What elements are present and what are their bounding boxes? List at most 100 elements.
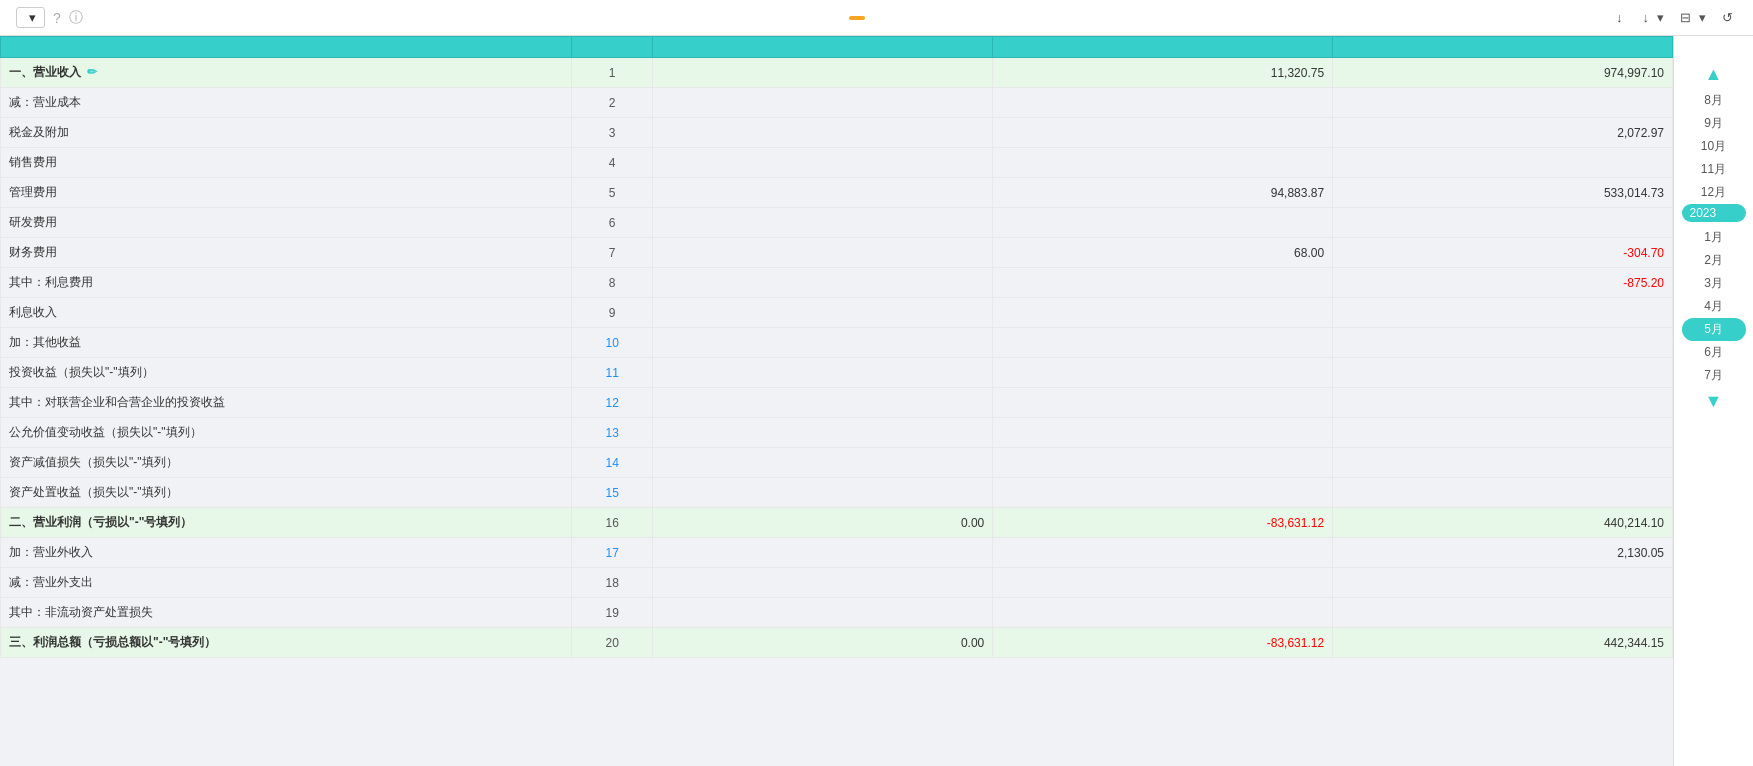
year-val: 11,320.75 [993, 58, 1333, 88]
row-num-cell: 19 [571, 598, 653, 628]
row-num-cell[interactable]: 10 [571, 328, 653, 358]
table-row: 财务费用 7 68.00 -304.70 [1, 238, 1673, 268]
download-button[interactable]: ↓ ▾ [1642, 10, 1664, 25]
sidebar-month-item[interactable]: 2月 [1682, 249, 1746, 272]
table-row: 加：营业外收入 17 2,130.05 [1, 538, 1673, 568]
row-num-cell[interactable]: 15 [571, 478, 653, 508]
item-cell: 利息收入 [1, 298, 572, 328]
month-val [653, 208, 993, 238]
lastyear-val [1333, 418, 1673, 448]
year-val [993, 448, 1333, 478]
row-num-cell[interactable]: 13 [571, 418, 653, 448]
lastyear-val [1333, 298, 1673, 328]
unfinished-badge [849, 16, 865, 20]
refresh-icon: ↺ [1722, 10, 1733, 25]
help-icon: ? [53, 10, 61, 26]
row-num-cell: 1 [571, 58, 653, 88]
item-cell: 三、利润总额（亏损总额以"-"号填列） [1, 628, 572, 658]
month-val [653, 448, 993, 478]
edit-icon[interactable]: ✏ [87, 65, 97, 79]
table-row: 其中：非流动资产处置损失 19 [1, 598, 1673, 628]
item-cell: 公允价值变动收益（损失以"-"填列） [1, 418, 572, 448]
year-val [993, 418, 1333, 448]
item-cell: 二、营业利润（亏损以"-"号填列） [1, 508, 572, 538]
item-cell: 加：营业外收入 [1, 538, 572, 568]
row-num-cell[interactable]: 17 [571, 538, 653, 568]
table-row: 减：营业外支出 18 [1, 568, 1673, 598]
sidebar-month-item[interactable]: 1月 [1682, 226, 1746, 249]
month-val [653, 328, 993, 358]
scroll-up-icon[interactable]: ▲ [1705, 64, 1723, 85]
lastyear-val [1333, 448, 1673, 478]
lastyear-val: 974,997.10 [1333, 58, 1673, 88]
item-cell: 税金及附加 [1, 118, 572, 148]
row-num-cell[interactable]: 14 [571, 448, 653, 478]
month-val [653, 388, 993, 418]
lastyear-val: -875.20 [1333, 268, 1673, 298]
lastyear-val: 2,072.97 [1333, 118, 1673, 148]
row-num-cell[interactable]: 11 [571, 358, 653, 388]
scope-selector[interactable]: ▾ [16, 7, 45, 28]
back-button[interactable]: ↓ [1616, 10, 1627, 25]
month-val [653, 568, 993, 598]
month-sidebar: ▲ 8月9月10月11月12月2023 1月2月3月4月5月6月7月 ▼ [1673, 36, 1753, 766]
month-val [653, 148, 993, 178]
row-num-cell: 20 [571, 628, 653, 658]
table-row: 减：营业成本 2 [1, 88, 1673, 118]
row-num-cell[interactable]: 12 [571, 388, 653, 418]
table-row: 公允价值变动收益（损失以"-"填列） 13 [1, 418, 1673, 448]
scroll-down-icon[interactable]: ▼ [1705, 391, 1723, 412]
back-icon: ↓ [1616, 10, 1623, 25]
row-num-cell: 16 [571, 508, 653, 538]
sidebar-month-item[interactable]: 6月 [1682, 341, 1746, 364]
sidebar-month-item[interactable]: 8月 [1682, 89, 1746, 112]
month-val: 0.00 [653, 628, 993, 658]
month-val [653, 358, 993, 388]
refresh-button[interactable]: ↺ [1722, 10, 1737, 25]
lastyear-val [1333, 208, 1673, 238]
sidebar-month-item[interactable]: 11月 [1682, 158, 1746, 181]
table-row: 二、营业利润（亏损以"-"号填列） 16 0.00 -83,631.12 440… [1, 508, 1673, 538]
sidebar-month-item[interactable]: 5月 [1682, 318, 1746, 341]
table-row: 利息收入 9 [1, 298, 1673, 328]
print-button[interactable]: ⊟ ▾ [1680, 10, 1706, 25]
year-val [993, 268, 1333, 298]
lastyear-val [1333, 148, 1673, 178]
sidebar-month-item[interactable]: 12月 [1682, 181, 1746, 204]
table-row: 资产减值损失（损失以"-"填列） 14 [1, 448, 1673, 478]
lastyear-val [1333, 358, 1673, 388]
sidebar-year-badge[interactable]: 2023 [1682, 204, 1746, 222]
sidebar-month-item[interactable]: 7月 [1682, 364, 1746, 387]
lastyear-val [1333, 388, 1673, 418]
col-header-lastyear [1333, 37, 1673, 58]
year-val [993, 118, 1333, 148]
lastyear-val: -304.70 [1333, 238, 1673, 268]
table-row: 资产处置收益（损失以"-"填列） 15 [1, 478, 1673, 508]
lastyear-val [1333, 598, 1673, 628]
table-row: 管理费用 5 94,883.87 533,014.73 [1, 178, 1673, 208]
year-val [993, 328, 1333, 358]
chevron-down-icon: ▾ [29, 10, 36, 25]
col-header-row [571, 37, 653, 58]
year-val [993, 298, 1333, 328]
year-val [993, 208, 1333, 238]
item-cell: 财务费用 [1, 238, 572, 268]
year-val [993, 88, 1333, 118]
month-val [653, 538, 993, 568]
row-num-cell: 8 [571, 268, 653, 298]
sidebar-month-item[interactable]: 3月 [1682, 272, 1746, 295]
sidebar-month-item[interactable]: 9月 [1682, 112, 1746, 135]
sidebar-month-item[interactable]: 10月 [1682, 135, 1746, 158]
item-cell: 销售费用 [1, 148, 572, 178]
month-val: 0.00 [653, 508, 993, 538]
lastyear-val [1333, 88, 1673, 118]
col-header-item [1, 37, 572, 58]
item-cell: 其中：利息费用 [1, 268, 572, 298]
table-row: 销售费用 4 [1, 148, 1673, 178]
year-val [993, 388, 1333, 418]
item-cell: 加：其他收益 [1, 328, 572, 358]
sidebar-month-item[interactable]: 4月 [1682, 295, 1746, 318]
row-num-cell: 6 [571, 208, 653, 238]
lastyear-val: 2,130.05 [1333, 538, 1673, 568]
table-row: 研发费用 6 [1, 208, 1673, 238]
